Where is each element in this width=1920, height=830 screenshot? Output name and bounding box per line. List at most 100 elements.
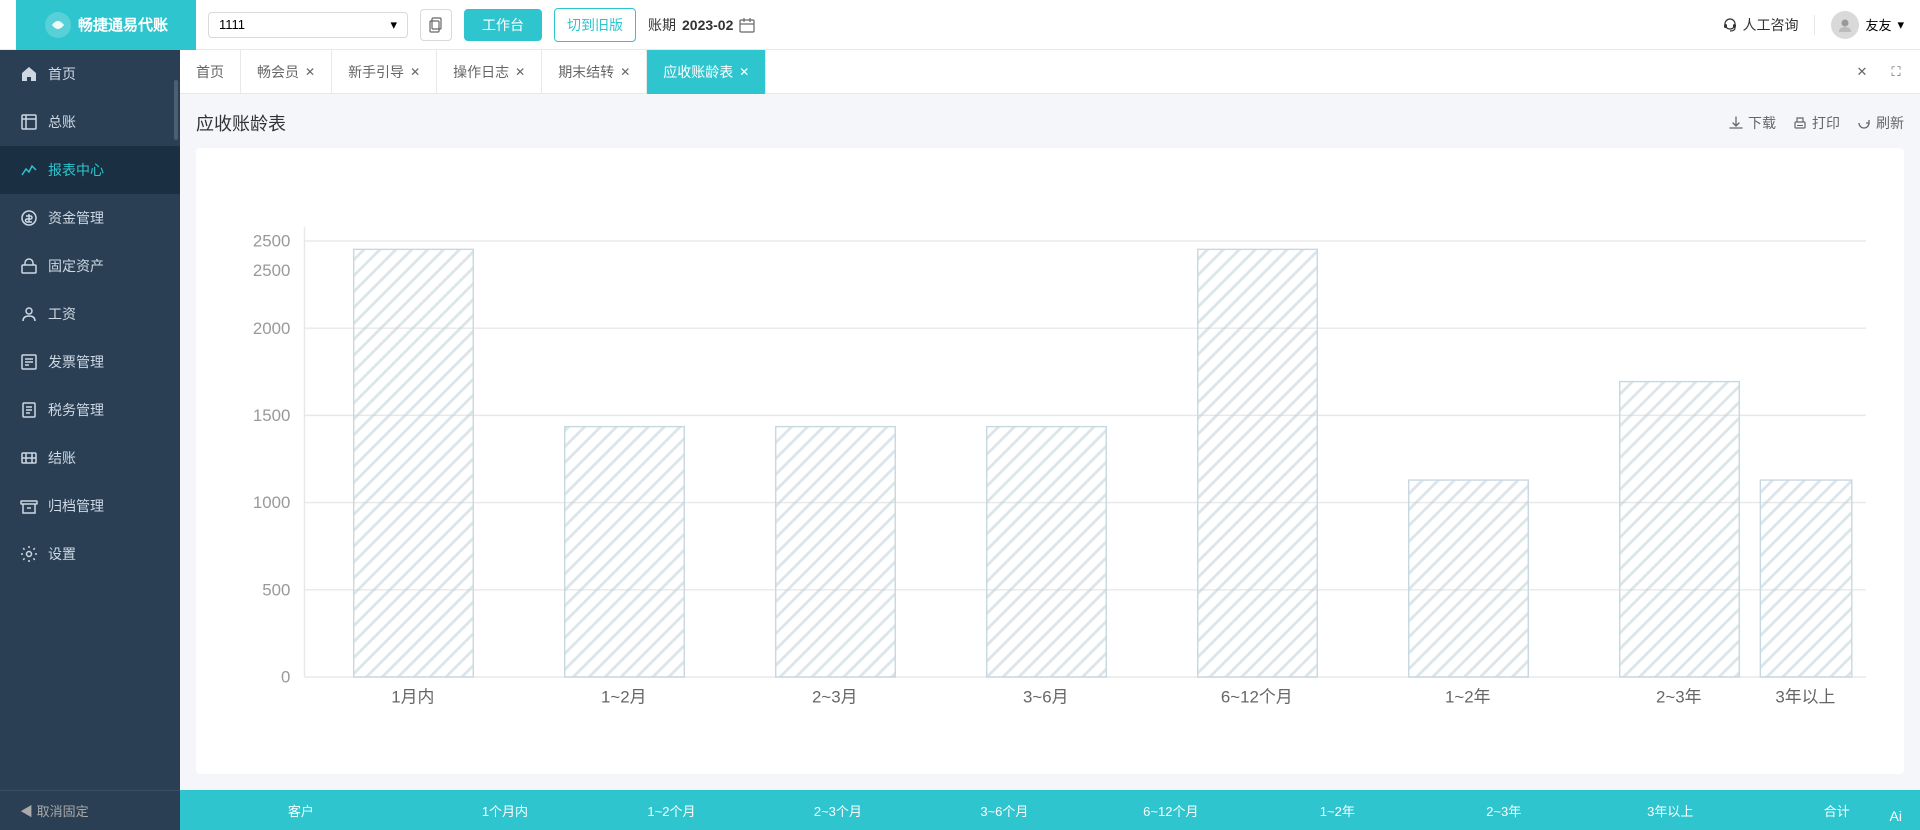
logo-text: 畅捷通易代账 <box>78 14 168 35</box>
chart-container: 0 500 1000 1500 2000 2500 2500 <box>196 148 1904 774</box>
archive-icon <box>20 497 38 515</box>
invoice-icon <box>20 353 38 371</box>
print-icon <box>1792 115 1808 131</box>
sidebar-label-reports: 报表中心 <box>48 160 104 180</box>
table-col-1m: 1个月内 <box>422 801 588 820</box>
tab-ar-aging[interactable]: 应收账龄表 ✕ <box>647 50 766 94</box>
bar-6-12月 <box>1198 249 1318 677</box>
svg-text:500: 500 <box>262 580 290 599</box>
assets-icon <box>20 257 38 275</box>
tab-oplog-close[interactable]: ✕ <box>515 66 525 78</box>
copy-button[interactable] <box>420 9 452 41</box>
sidebar-label-home: 首页 <box>48 64 76 84</box>
ai-badge[interactable]: Ai <box>1872 802 1920 830</box>
sidebar-item-invoice[interactable]: 发票管理 <box>0 338 180 386</box>
refresh-button[interactable]: 刷新 <box>1856 113 1904 133</box>
sidebar-item-archive[interactable]: 归档管理 <box>0 482 180 530</box>
bar-3年以上 <box>1760 480 1851 677</box>
scroll-arrows <box>166 440 176 458</box>
refresh-icon <box>1856 115 1872 131</box>
svg-text:2500: 2500 <box>253 261 291 280</box>
svg-text:3~6月: 3~6月 <box>1023 687 1068 706</box>
checkout-icon <box>20 449 38 467</box>
logo-icon <box>44 11 72 39</box>
collapse-label: ◀ 取消固定 <box>20 801 89 820</box>
tab-period-end[interactable]: 期末结转 ✕ <box>542 50 647 94</box>
print-button[interactable]: 打印 <box>1792 113 1840 133</box>
tab-guide-close[interactable]: ✕ <box>410 66 420 78</box>
tab-oplog[interactable]: 操作日志 ✕ <box>437 50 542 94</box>
user-label: 友友 <box>1865 15 1891 34</box>
ledger-icon <box>20 113 38 131</box>
page-actions: 下载 打印 刷新 <box>1728 113 1904 133</box>
consult-button[interactable]: 人工咨询 <box>1722 15 1798 35</box>
tab-member[interactable]: 畅会员 ✕ <box>241 50 332 94</box>
settings-icon <box>20 545 38 563</box>
print-label: 打印 <box>1812 113 1840 133</box>
table-header: 客户 1个月内 1~2个月 2~3个月 3~6个月 6~12个月 1~2年 2~… <box>180 790 1920 830</box>
sidebar-item-reports[interactable]: 报表中心 <box>0 146 180 194</box>
period-area: 账期 2023-02 <box>648 15 755 35</box>
table-col-1-2m: 1~2个月 <box>588 801 754 820</box>
bar-2-3年 <box>1620 382 1740 677</box>
svg-text:1500: 1500 <box>253 406 291 425</box>
svg-text:2~3年: 2~3年 <box>1656 687 1702 706</box>
table-col-1-2y: 1~2年 <box>1254 801 1420 820</box>
tab-bar: 首页 畅会员 ✕ 新手引导 ✕ 操作日志 ✕ 期末结转 ✕ 应收账龄表 ✕ <box>180 50 1920 94</box>
home-icon <box>20 65 38 83</box>
header-right: 人工咨询 友友 ▾ <box>1722 11 1904 39</box>
sidebar-label-funds: 资金管理 <box>48 208 104 228</box>
svg-text:1~2年: 1~2年 <box>1445 687 1491 706</box>
sidebar-scrollbar <box>174 70 178 780</box>
sidebar-item-payroll[interactable]: 工资 <box>0 290 180 338</box>
sidebar-label-ledger: 总账 <box>48 112 76 132</box>
tab-guide-label: 新手引导 <box>348 62 404 82</box>
tab-member-close[interactable]: ✕ <box>305 66 315 78</box>
divider <box>1814 15 1815 35</box>
svg-text:2000: 2000 <box>253 319 291 338</box>
table-col-3yplus: 3年以上 <box>1587 801 1753 820</box>
download-icon <box>1728 115 1744 131</box>
tab-home[interactable]: 首页 <box>180 50 241 94</box>
tab-home-label: 首页 <box>196 62 224 82</box>
tab-close-all-button[interactable]: ✕ <box>1848 58 1876 86</box>
download-label: 下载 <box>1748 113 1776 133</box>
logo-area: 畅捷通易代账 <box>16 0 196 50</box>
user-chevron-icon: ▾ <box>1897 17 1904 33</box>
tab-period-end-close[interactable]: ✕ <box>620 66 630 78</box>
switch-old-button[interactable]: 切到旧版 <box>554 8 636 42</box>
table-col-2-3m: 2~3个月 <box>755 801 921 820</box>
tab-expand-button[interactable]: ⛶ <box>1882 58 1910 86</box>
table-col-6-12m: 6~12个月 <box>1088 801 1254 820</box>
bar-1月内 <box>354 249 474 677</box>
sidebar-item-funds[interactable]: 资金管理 <box>0 194 180 242</box>
sidebar-item-checkout[interactable]: 结账 <box>0 434 180 482</box>
bar-1-2月 <box>565 427 685 677</box>
sidebar: 首页 总账 报表中心 资金管理 固定资产 工资 发票管理 税务管理 <box>0 50 180 830</box>
bar-1-2年 <box>1409 480 1529 677</box>
scrollbar-thumb <box>174 80 178 140</box>
sidebar-label-assets: 固定资产 <box>48 256 104 276</box>
sidebar-item-assets[interactable]: 固定资产 <box>0 242 180 290</box>
svg-text:6~12个月: 6~12个月 <box>1221 687 1293 706</box>
main-layout: 首页 总账 报表中心 资金管理 固定资产 工资 发票管理 税务管理 <box>0 50 1920 830</box>
workbench-button[interactable]: 工作台 <box>464 9 542 41</box>
bar-chart: 0 500 1000 1500 2000 2500 2500 <box>206 168 1894 764</box>
sidebar-item-tax[interactable]: 税务管理 <box>0 386 180 434</box>
tab-oplog-label: 操作日志 <box>453 62 509 82</box>
sidebar-item-home[interactable]: 首页 <box>0 50 180 98</box>
tab-period-end-label: 期末结转 <box>558 62 614 82</box>
page-header: 应收账龄表 下载 打印 刷新 <box>196 110 1904 136</box>
sidebar-item-ledger[interactable]: 总账 <box>0 98 180 146</box>
tab-actions: ✕ ⛶ <box>1838 58 1920 86</box>
user-area[interactable]: 友友 ▾ <box>1831 11 1904 39</box>
sidebar-collapse-button[interactable]: ◀ 取消固定 <box>0 790 180 830</box>
tab-ar-aging-close[interactable]: ✕ <box>739 66 749 78</box>
avatar <box>1831 11 1859 39</box>
table-col-2-3y: 2~3年 <box>1421 801 1587 820</box>
company-name: 1111 <box>219 17 245 32</box>
sidebar-item-settings[interactable]: 设置 <box>0 530 180 578</box>
download-button[interactable]: 下载 <box>1728 113 1776 133</box>
company-selector[interactable]: 1111 ▾ <box>208 12 408 38</box>
tab-guide[interactable]: 新手引导 ✕ <box>332 50 437 94</box>
